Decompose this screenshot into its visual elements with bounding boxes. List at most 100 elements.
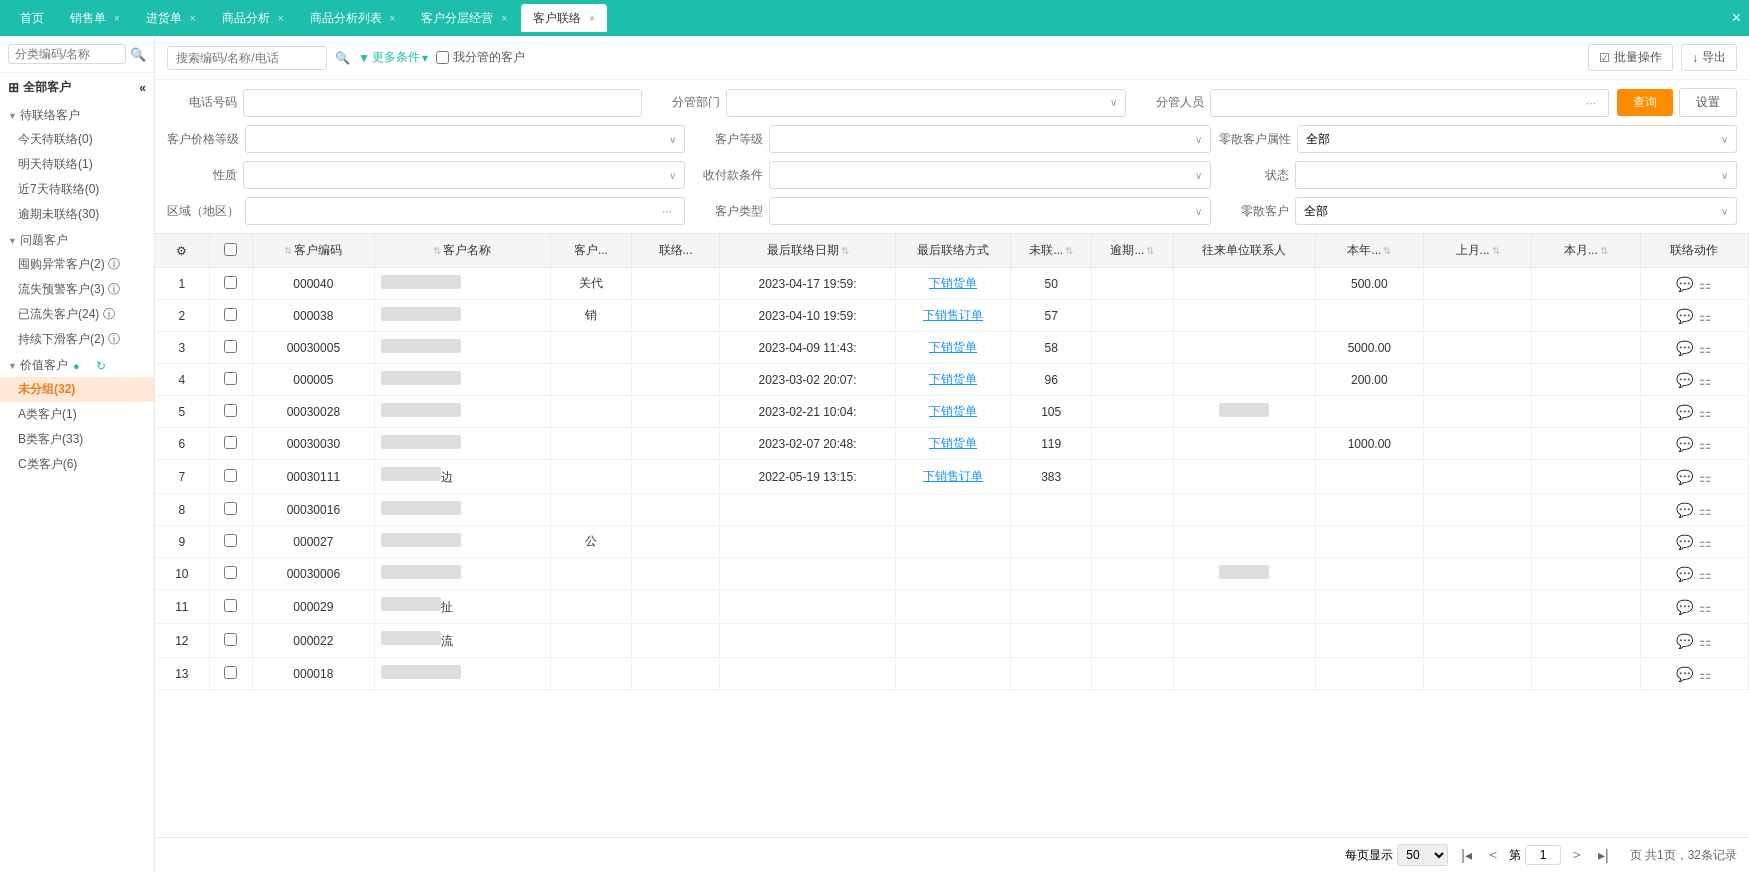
tab-product-analysis[interactable]: 商品分析 × [210,4,296,32]
tab-purchase[interactable]: 进货单 × [134,4,208,32]
row-checkbox[interactable] [224,404,237,417]
next-page-button[interactable]: ＞ [1565,844,1589,866]
grid-action-icon[interactable]: ⚏ [1699,404,1712,420]
cell-check[interactable] [209,268,252,300]
cell-last-method[interactable] [896,590,1011,624]
grid-action-icon[interactable]: ⚏ [1699,276,1712,292]
filter-search-icon[interactable]: 🔍 [335,51,350,65]
cell-name[interactable] [374,658,550,690]
message-icon[interactable]: 💬 [1676,502,1693,518]
manager-select[interactable]: ··· [1210,89,1609,117]
th-year-amt[interactable]: 本年... ⇅ [1315,234,1423,268]
row-checkbox[interactable] [224,534,237,547]
cell-last-method[interactable] [896,624,1011,658]
th-last-method[interactable]: 最后联络方式 [896,234,1011,268]
grid-action-icon[interactable]: ⚏ [1699,502,1712,518]
collapse-sidebar-icon[interactable]: « [139,81,146,95]
sidebar-item-class-a[interactable]: A类客户(1) [0,402,154,427]
cell-name[interactable]: 边 [374,460,550,494]
customer-level-select[interactable]: ∨ [769,125,1211,153]
dept-select[interactable]: ∨ [726,89,1125,117]
sidebar-all-customers[interactable]: ⊞ 全部客户 « [0,73,154,102]
cell-name[interactable] [374,268,550,300]
th-type[interactable]: 客户... [550,234,631,268]
sidebar-item-class-c[interactable]: C类客户(6) [0,452,154,477]
grid-action-icon[interactable]: ⚏ [1699,469,1712,485]
query-button[interactable]: 查询 [1617,89,1673,116]
cell-check[interactable] [209,332,252,364]
tab-sales-close[interactable]: × [114,13,120,24]
message-icon[interactable]: 💬 [1676,276,1693,292]
sidebar-group-problem-header[interactable]: ▼ 问题客户 [0,227,154,252]
cell-last-method[interactable]: 下销售订单 [896,460,1011,494]
sidebar-item-churn-warning[interactable]: 流失预警客户(3) ⓘ [0,277,154,302]
grid-action-icon[interactable]: ⚏ [1699,436,1712,452]
tab-customer-segment[interactable]: 客户分层经营 × [409,4,519,32]
grid-action-icon[interactable]: ⚏ [1699,340,1712,356]
sidebar-group-pending-header[interactable]: ▼ 待联络客户 [0,102,154,127]
cell-last-method[interactable]: 下销货单 [896,268,1011,300]
tab-purchase-close[interactable]: × [190,13,196,24]
tab-customer-segment-close[interactable]: × [501,13,507,24]
cell-name[interactable] [374,332,550,364]
cell-check[interactable] [209,364,252,396]
sidebar-search-input[interactable] [8,44,126,64]
select-all-checkbox[interactable] [224,243,237,256]
cell-name[interactable]: 流 [374,624,550,658]
tab-customer-contact[interactable]: 客户联络 × [521,4,607,32]
cell-last-method[interactable]: 下销货单 [896,428,1011,460]
payment-terms-select[interactable]: ∨ [769,161,1211,189]
first-page-button[interactable]: |◂ [1456,845,1477,865]
th-checkbox[interactable] [209,234,252,268]
grid-action-icon[interactable]: ⚏ [1699,534,1712,550]
cell-check[interactable] [209,558,252,590]
cell-name[interactable] [374,364,550,396]
my-customers-check[interactable] [436,51,449,64]
sidebar-item-class-b[interactable]: B类客户(33) [0,427,154,452]
scatter-attr-select[interactable]: 全部∨ [1297,125,1737,153]
cell-last-method[interactable]: 下销货单 [896,396,1011,428]
tab-sales[interactable]: 销售单 × [58,4,132,32]
row-checkbox[interactable] [224,666,237,679]
cell-check[interactable] [209,526,252,558]
message-icon[interactable]: 💬 [1676,534,1693,550]
th-name[interactable]: ⇅ 客户名称 [374,234,550,268]
sidebar-item-churned[interactable]: 已流失客户(24) ⓘ [0,302,154,327]
cell-check[interactable] [209,658,252,690]
th-contact[interactable]: 联络... [632,234,720,268]
row-checkbox[interactable] [224,436,237,449]
grid-action-icon[interactable]: ⚏ [1699,599,1712,615]
cell-check[interactable] [209,494,252,526]
cell-name[interactable] [374,428,550,460]
cell-last-method[interactable]: 下销售订单 [896,300,1011,332]
cell-check[interactable] [209,428,252,460]
th-contact-person[interactable]: 往来单位联系人 [1173,234,1315,268]
row-checkbox[interactable] [224,308,237,321]
prev-page-button[interactable]: ＜ [1481,844,1505,866]
message-icon[interactable]: 💬 [1676,340,1693,356]
last-page-button[interactable]: ▸| [1593,845,1614,865]
th-code[interactable]: ⇅ 客户编码 [252,234,374,268]
message-icon[interactable]: 💬 [1676,436,1693,452]
message-icon[interactable]: 💬 [1676,404,1693,420]
row-checkbox[interactable] [224,599,237,612]
tab-customer-contact-close[interactable]: × [589,13,595,24]
cell-last-method[interactable] [896,658,1011,690]
page-number-input[interactable] [1525,845,1561,865]
cell-last-method[interactable]: 下销货单 [896,332,1011,364]
cell-check[interactable] [209,396,252,428]
tab-product-analysis-list[interactable]: 商品分析列表 × [298,4,408,32]
page-size-select[interactable]: 50 100 200 [1397,844,1448,866]
cell-check[interactable] [209,300,252,332]
nature-select[interactable]: ∨ [243,161,685,189]
scatter-customer-select[interactable]: 全部∨ [1295,197,1737,225]
tab-product-analysis-close[interactable]: × [278,13,284,24]
row-checkbox[interactable] [224,633,237,646]
price-level-select[interactable]: ∨ [245,125,685,153]
customer-type-select[interactable]: ∨ [769,197,1211,225]
row-checkbox[interactable] [224,502,237,515]
cell-name[interactable] [374,396,550,428]
sidebar-item-declining[interactable]: 持续下滑客户(2) ⓘ [0,327,154,352]
grid-action-icon[interactable]: ⚏ [1699,633,1712,649]
message-icon[interactable]: 💬 [1676,372,1693,388]
